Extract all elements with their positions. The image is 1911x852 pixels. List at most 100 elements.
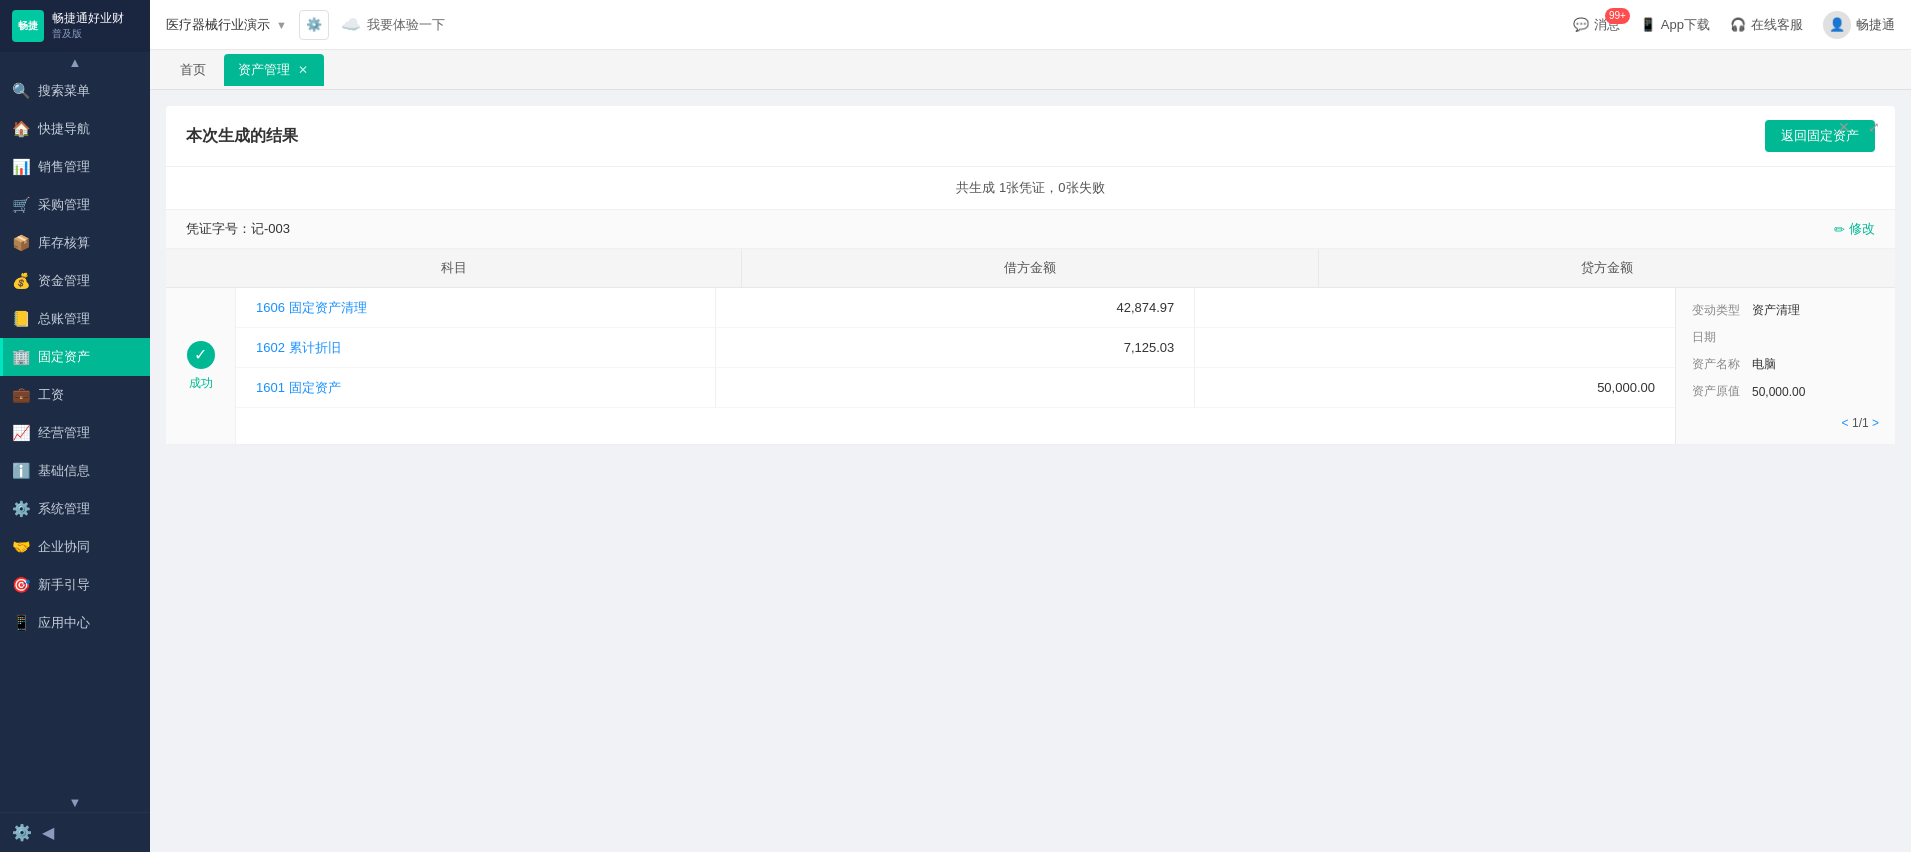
- message-button[interactable]: 💬 消息 99+: [1573, 16, 1620, 34]
- panel-controls: ✕ ⤢: [1833, 116, 1885, 138]
- pagination-prev[interactable]: <: [1842, 416, 1849, 430]
- user-menu[interactable]: 👤 畅捷通: [1823, 11, 1895, 39]
- col-header-subject: 科目: [166, 249, 742, 287]
- company-selector[interactable]: 医疗器械行业演示 ▼: [166, 16, 287, 34]
- tab-home[interactable]: 首页: [166, 54, 220, 86]
- sidebar-item-assets[interactable]: 🏢 固定资产: [0, 338, 150, 376]
- col-header-credit: 贷方金额: [1319, 249, 1895, 287]
- summary-text: 共生成 1张凭证，0张失败: [956, 180, 1104, 195]
- sales-icon: 📊: [12, 158, 30, 176]
- company-name: 医疗器械行业演示: [166, 16, 270, 34]
- result-panel: ✕ ⤢ 本次生成的结果 返回固定资产 共生成 1张凭证，0张失败 凭证字号：记-…: [166, 106, 1895, 445]
- app-download-button[interactable]: 📱 App下载: [1640, 16, 1710, 34]
- date-row: 日期: [1692, 329, 1879, 346]
- side-info-panel: 变动类型 资产清理 日期 资产名称 电脑 资产原值: [1675, 288, 1895, 444]
- topbar-right: 💬 消息 99+ 📱 App下载 🎧 在线客服 👤 畅捷通: [1573, 11, 1895, 39]
- system-icon: ⚙️: [12, 500, 30, 518]
- username: 畅捷通: [1856, 16, 1895, 34]
- message-badge: 99+: [1605, 8, 1630, 24]
- sidebar-item-label: 应用中心: [38, 614, 90, 632]
- sidebar-item-label: 工资: [38, 386, 64, 404]
- scroll-up-button[interactable]: ▲: [0, 52, 150, 72]
- original-value-label: 资产原值: [1692, 383, 1752, 400]
- sidebar-item-inventory[interactable]: 📦 库存核算: [0, 224, 150, 262]
- tabs-bar: 首页 资产管理 ✕: [150, 50, 1911, 90]
- sidebar-item-sales[interactable]: 📊 销售管理: [0, 148, 150, 186]
- result-summary: 共生成 1张凭证，0张失败: [166, 167, 1895, 210]
- experience-button[interactable]: ☁️ 我要体验一下: [341, 15, 445, 34]
- sidebar-item-label: 企业协同: [38, 538, 90, 556]
- row1-subject: 1606 固定资产清理: [236, 288, 716, 327]
- edit-button[interactable]: ✏ 修改: [1834, 220, 1875, 238]
- sidebar-item-quicknav[interactable]: 🏠 快捷导航: [0, 110, 150, 148]
- sidebar-item-payroll[interactable]: 💼 工资: [0, 376, 150, 414]
- dropdown-arrow-icon: ▼: [276, 19, 287, 31]
- table-row: 1606 固定资产清理 42,874.97: [236, 288, 1675, 328]
- table-row: 1602 累计折旧 7,125.03: [236, 328, 1675, 368]
- expand-panel-button[interactable]: ⤢: [1863, 116, 1885, 138]
- sidebar-item-label: 库存核算: [38, 234, 90, 252]
- sidebar-item-operations[interactable]: 📈 经营管理: [0, 414, 150, 452]
- guide-icon: 🎯: [12, 576, 30, 594]
- apps-icon: 📱: [12, 614, 30, 632]
- content-area: ✕ ⤢ 本次生成的结果 返回固定资产 共生成 1张凭证，0张失败 凭证字号：记-…: [150, 90, 1911, 852]
- collapse-icon[interactable]: ◀: [42, 823, 54, 842]
- original-value-row: 资产原值 50,000.00: [1692, 383, 1879, 400]
- sidebar-item-enterprise[interactable]: 🤝 企业协同: [0, 528, 150, 566]
- row3-subject: 1601 固定资产: [236, 368, 716, 407]
- avatar: 👤: [1823, 11, 1851, 39]
- close-panel-button[interactable]: ✕: [1833, 116, 1855, 138]
- pagination-next[interactable]: >: [1872, 416, 1879, 430]
- search-icon: 🔍: [12, 82, 30, 100]
- home-icon: 🏠: [12, 120, 30, 138]
- cloud-icon: ☁️: [341, 15, 361, 34]
- result-header: 本次生成的结果 返回固定资产: [166, 106, 1895, 167]
- row2-subject: 1602 累计折旧: [236, 328, 716, 367]
- sidebar-item-ledger[interactable]: 📒 总账管理: [0, 300, 150, 338]
- sidebar-item-apps[interactable]: 📱 应用中心: [0, 604, 150, 642]
- sidebar-item-label: 经营管理: [38, 424, 90, 442]
- voucher-pagination: < 1/1 >: [1692, 410, 1879, 430]
- sidebar-item-label: 新手引导: [38, 576, 90, 594]
- inventory-icon: 📦: [12, 234, 30, 252]
- basic-icon: ℹ️: [12, 462, 30, 480]
- sidebar-item-label: 采购管理: [38, 196, 90, 214]
- settings-footer-icon[interactable]: ⚙️: [12, 823, 32, 842]
- sidebar-item-label: 快捷导航: [38, 120, 90, 138]
- sidebar-item-label: 搜索菜单: [38, 82, 90, 100]
- logo-subtitle: 普及版: [52, 27, 124, 41]
- voucher-body: ✓ 成功 1606 固定资产清理 42,874.97 1602: [166, 288, 1895, 445]
- tab-asset-management[interactable]: 资产管理 ✕: [224, 54, 324, 86]
- sidebar-item-label: 基础信息: [38, 462, 90, 480]
- funds-icon: 💰: [12, 272, 30, 290]
- enterprise-icon: 🤝: [12, 538, 30, 556]
- sidebar-item-funds[interactable]: 💰 资金管理: [0, 262, 150, 300]
- sidebar-nav: 🔍 搜索菜单 🏠 快捷导航 📊 销售管理 🛒 采购管理 📦 库存核算 💰 资金管…: [0, 72, 150, 792]
- sidebar-item-system[interactable]: ⚙️ 系统管理: [0, 490, 150, 528]
- voucher-section: 凭证字号：记-003 ✏ 修改 科目 借方金额 贷方金额 ✓: [166, 210, 1895, 445]
- service-icon: 🎧: [1730, 17, 1746, 32]
- row1-debit: 42,874.97: [716, 288, 1196, 327]
- sidebar-item-guide[interactable]: 🎯 新手引导: [0, 566, 150, 604]
- payroll-icon: 💼: [12, 386, 30, 404]
- sidebar-item-purchase[interactable]: 🛒 采购管理: [0, 186, 150, 224]
- sidebar-item-search[interactable]: 🔍 搜索菜单: [0, 72, 150, 110]
- voucher-header: 凭证字号：记-003 ✏ 修改: [166, 210, 1895, 249]
- row2-debit: 7,125.03: [716, 328, 1196, 367]
- sidebar-item-basic[interactable]: ℹ️ 基础信息: [0, 452, 150, 490]
- col-header-debit: 借方金额: [742, 249, 1318, 287]
- scroll-down-button[interactable]: ▼: [0, 792, 150, 812]
- tab-close-icon[interactable]: ✕: [296, 63, 310, 77]
- row2-credit: [1195, 328, 1675, 367]
- assets-icon: 🏢: [12, 348, 30, 366]
- change-type-value: 资产清理: [1752, 302, 1879, 319]
- customer-service-button[interactable]: 🎧 在线客服: [1730, 16, 1803, 34]
- sidebar-footer: ⚙️ ◀: [0, 812, 150, 852]
- topbar: 医疗器械行业演示 ▼ ⚙️ ☁️ 我要体验一下 💬 消息 99+ 📱 App下载…: [150, 0, 1911, 50]
- success-indicator: ✓ 成功: [166, 288, 236, 444]
- logo-title: 畅捷通好业财: [52, 11, 124, 27]
- table-rows: 1606 固定资产清理 42,874.97 1602 累计折旧 7,125.03: [236, 288, 1675, 444]
- app-icon: 📱: [1640, 17, 1656, 32]
- settings-button[interactable]: ⚙️: [299, 10, 329, 40]
- pagination-info: 1/1: [1852, 416, 1872, 430]
